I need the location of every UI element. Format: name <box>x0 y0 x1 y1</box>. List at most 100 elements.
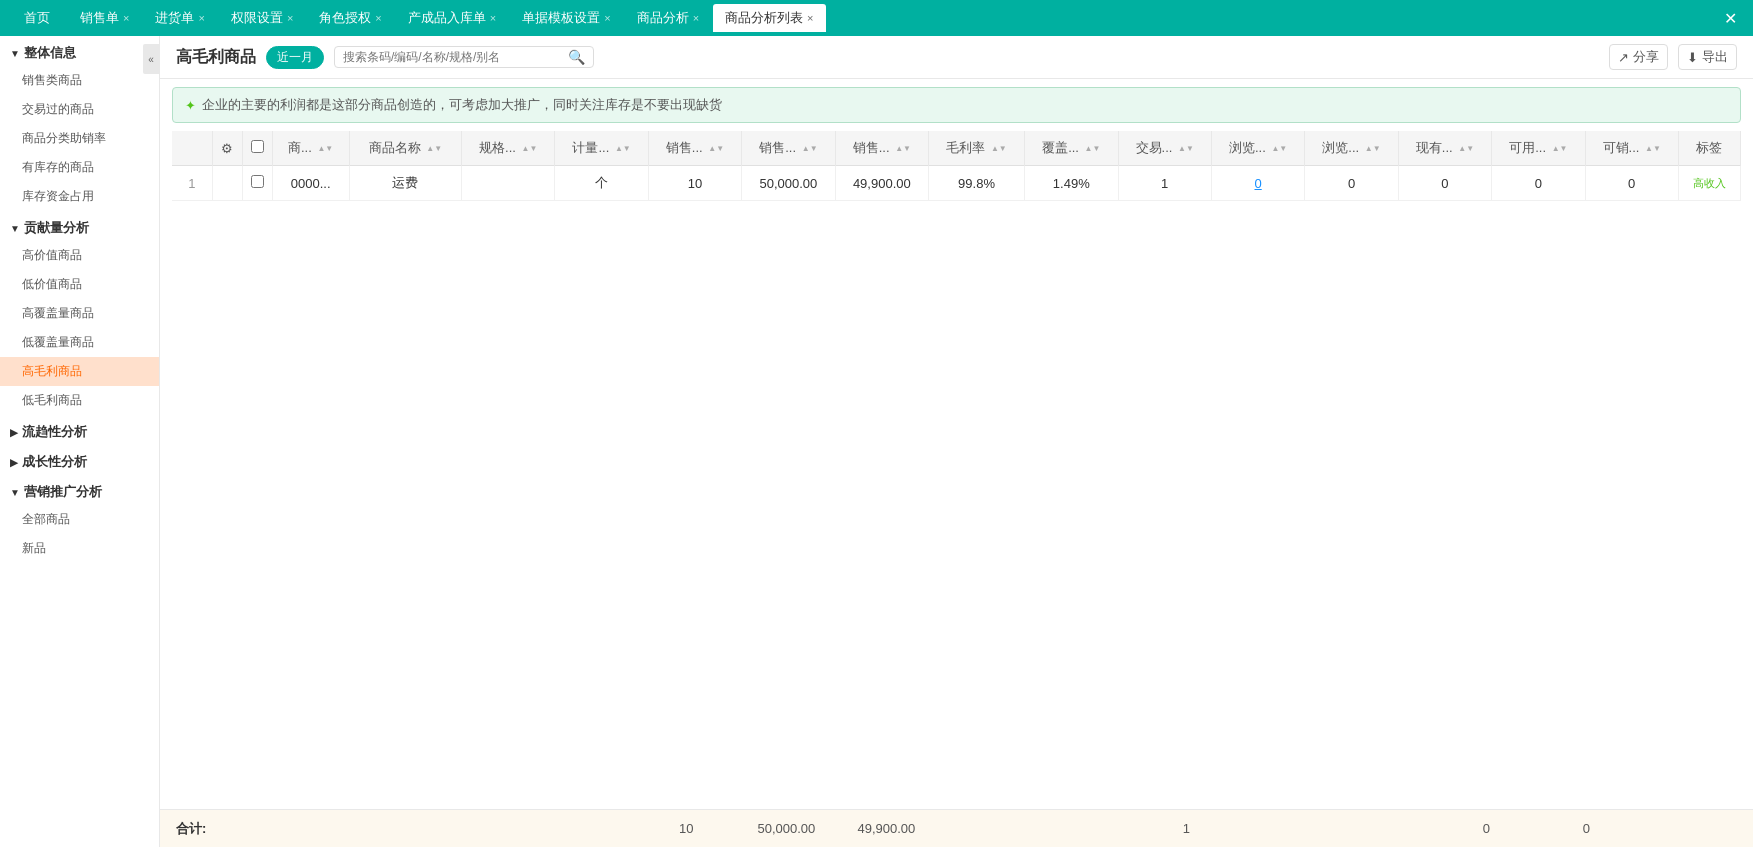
cell-view2: 0 <box>1305 166 1398 201</box>
sidebar-section-成长性分析[interactable]: ▶ 成长性分析 <box>0 445 159 475</box>
col-label-sales_qty: 销售... <box>666 140 703 155</box>
sidebar-item-全部商品[interactable]: 全部商品 <box>0 505 159 534</box>
nav-tab-进货单[interactable]: 进货单× <box>143 4 216 32</box>
sort-icon-coverage: ▲▼ <box>1085 144 1101 153</box>
share-icon: ↗ <box>1618 50 1629 65</box>
export-icon: ⬇ <box>1687 50 1698 65</box>
cell-coverage: 1.49% <box>1025 166 1118 201</box>
settings-icon[interactable]: ⚙ <box>221 141 233 156</box>
col-header-code[interactable]: 商... ▲▼ <box>272 131 349 166</box>
nav-tab-销售单[interactable]: 销售单× <box>68 4 141 32</box>
select-all-checkbox[interactable] <box>251 140 264 153</box>
sidebar-collapse-btn[interactable]: « <box>143 44 159 74</box>
sidebar-item-低毛利商品[interactable]: 低毛利商品 <box>0 386 159 415</box>
col-label-view1: 浏览... <box>1229 140 1266 155</box>
sidebar-item-高覆盖量商品[interactable]: 高覆盖量商品 <box>0 299 159 328</box>
col-header-available_stock[interactable]: 可用... ▲▼ <box>1492 131 1585 166</box>
sidebar-item-高毛利商品[interactable]: 高毛利商品 <box>0 357 159 386</box>
nav-tab-close-角色授权[interactable]: × <box>375 12 381 24</box>
sidebar-item-库存资金占用[interactable]: 库存资金占用 <box>0 182 159 211</box>
tip-icon: ✦ <box>185 98 196 113</box>
sidebar-item-低价值商品[interactable]: 低价值商品 <box>0 270 159 299</box>
sidebar-section-流趋性分析[interactable]: ▶ 流趋性分析 <box>0 415 159 445</box>
sidebar-item-高价值商品[interactable]: 高价值商品 <box>0 241 159 270</box>
col-header-settings: ⚙ <box>212 131 242 166</box>
col-header-current_stock[interactable]: 现有... ▲▼ <box>1398 131 1491 166</box>
col-header-sales_amount[interactable]: 销售... ▲▼ <box>742 131 835 166</box>
nav-tab-单据模板设置[interactable]: 单据模板设置× <box>510 4 622 32</box>
search-icon[interactable]: 🔍 <box>568 49 585 65</box>
sidebar-section-label: 成长性分析 <box>22 453 87 471</box>
sidebar-item-低覆盖量商品[interactable]: 低覆盖量商品 <box>0 328 159 357</box>
nav-tab-产成品入库单[interactable]: 产成品入库单× <box>396 4 508 32</box>
sidebar-section-营销推广分析[interactable]: ▼ 营销推广分析 <box>0 475 159 505</box>
sidebar-item-有库存的商品[interactable]: 有库存的商品 <box>0 153 159 182</box>
tag-badge: 高收入 <box>1693 177 1726 189</box>
sort-icon-code: ▲▼ <box>317 144 333 153</box>
cell-tag: 高收入 <box>1678 166 1740 201</box>
col-label-code: 商... <box>288 140 312 155</box>
col-header-gross_margin[interactable]: 毛利率 ▲▼ <box>929 131 1025 166</box>
view1-link[interactable]: 0 <box>1254 176 1261 191</box>
sidebar-item-商品分类助销率[interactable]: 商品分类助销率 <box>0 124 159 153</box>
nav-tab-权限设置[interactable]: 权限设置× <box>219 4 305 32</box>
col-header-coverage[interactable]: 覆盖... ▲▼ <box>1025 131 1118 166</box>
cell-view1[interactable]: 0 <box>1211 166 1304 201</box>
col-header-spec[interactable]: 规格... ▲▼ <box>461 131 554 166</box>
nav-tab-close-进货单[interactable]: × <box>198 12 204 24</box>
tip-bar: ✦ 企业的主要的利润都是这部分商品创造的，可考虑加大推广，同时关注库存是不要出现… <box>172 87 1741 123</box>
chevron-icon: ▼ <box>10 223 20 234</box>
window-close-btn[interactable]: ✕ <box>1716 9 1745 28</box>
col-label-gross_margin: 毛利率 <box>946 140 985 155</box>
nav-tab-close-商品分析列表[interactable]: × <box>807 12 813 24</box>
sidebar-content: ▼ 整体信息销售类商品交易过的商品商品分类助销率有库存的商品库存资金占用▼ 贡献… <box>0 36 159 563</box>
sidebar-section-label: 营销推广分析 <box>24 483 102 501</box>
nav-tab-商品分析列表[interactable]: 商品分析列表× <box>713 4 825 32</box>
col-header-name[interactable]: 商品名称 ▲▼ <box>349 131 461 166</box>
nav-tab-角色授权[interactable]: 角色授权× <box>307 4 393 32</box>
col-header-tag: 标签 <box>1678 131 1740 166</box>
sidebar-item-新品[interactable]: 新品 <box>0 534 159 563</box>
sidebar-section-贡献量分析[interactable]: ▼ 贡献量分析 <box>0 211 159 241</box>
share-btn[interactable]: ↗ 分享 <box>1609 44 1668 70</box>
sort-icon-available_stock: ▲▼ <box>1552 144 1568 153</box>
nav-tab-close-商品分析[interactable]: × <box>693 12 699 24</box>
nav-tab-close-单据模板设置[interactable]: × <box>604 12 610 24</box>
col-header-view2[interactable]: 浏览... ▲▼ <box>1305 131 1398 166</box>
col-header-unit[interactable]: 计量... ▲▼ <box>555 131 648 166</box>
cell-name: 运费 <box>349 166 461 201</box>
nav-tab-close-权限设置[interactable]: × <box>287 12 293 24</box>
filter-recent-month-btn[interactable]: 近一月 <box>266 46 324 69</box>
col-label-name: 商品名称 <box>369 140 421 155</box>
footer-transaction: 1 <box>1146 821 1226 836</box>
nav-home[interactable]: 首页 <box>8 9 66 27</box>
col-header-transaction[interactable]: 交易... ▲▼ <box>1118 131 1211 166</box>
cell-gross_margin: 99.8% <box>929 166 1025 201</box>
col-header-saleable[interactable]: 可销... ▲▼ <box>1585 131 1678 166</box>
cell-sales_profit: 49,900.00 <box>835 166 928 201</box>
nav-tab-close-销售单[interactable]: × <box>123 12 129 24</box>
nav-tab-close-产成品入库单[interactable]: × <box>490 12 496 24</box>
cell-spec <box>461 166 554 201</box>
col-header-view1[interactable]: 浏览... ▲▼ <box>1211 131 1304 166</box>
col-label-current_stock: 现有... <box>1416 140 1453 155</box>
export-btn[interactable]: ⬇ 导出 <box>1678 44 1737 70</box>
cell-transaction: 1 <box>1118 166 1211 201</box>
row-checkbox[interactable] <box>251 175 264 188</box>
sidebar-section-整体信息[interactable]: ▼ 整体信息 <box>0 36 159 66</box>
sort-icon-name: ▲▼ <box>426 144 442 153</box>
cell-sales_amount: 50,000.00 <box>742 166 835 201</box>
footer-total-label: 合计: <box>176 820 206 838</box>
sidebar-item-销售类商品[interactable]: 销售类商品 <box>0 66 159 95</box>
col-header-sales_qty[interactable]: 销售... ▲▼ <box>648 131 741 166</box>
header-actions: ↗ 分享 ⬇ 导出 <box>1609 44 1737 70</box>
nav-tab-商品分析[interactable]: 商品分析× <box>625 4 711 32</box>
sidebar-item-交易过的商品[interactable]: 交易过的商品 <box>0 95 159 124</box>
cell-unit: 个 <box>555 166 648 201</box>
col-label-unit: 计量... <box>572 140 609 155</box>
top-nav: 首页 销售单×进货单×权限设置×角色授权×产成品入库单×单据模板设置×商品分析×… <box>0 0 1753 36</box>
search-input[interactable] <box>343 50 564 64</box>
col-header-sales_profit[interactable]: 销售... ▲▼ <box>835 131 928 166</box>
table-footer: 合计: 10 50,000.00 49,900.00 1 0 0 <box>160 809 1753 847</box>
table-container[interactable]: ⚙商... ▲▼商品名称 ▲▼规格... ▲▼计量... ▲▼销售... ▲▼销… <box>160 131 1753 809</box>
